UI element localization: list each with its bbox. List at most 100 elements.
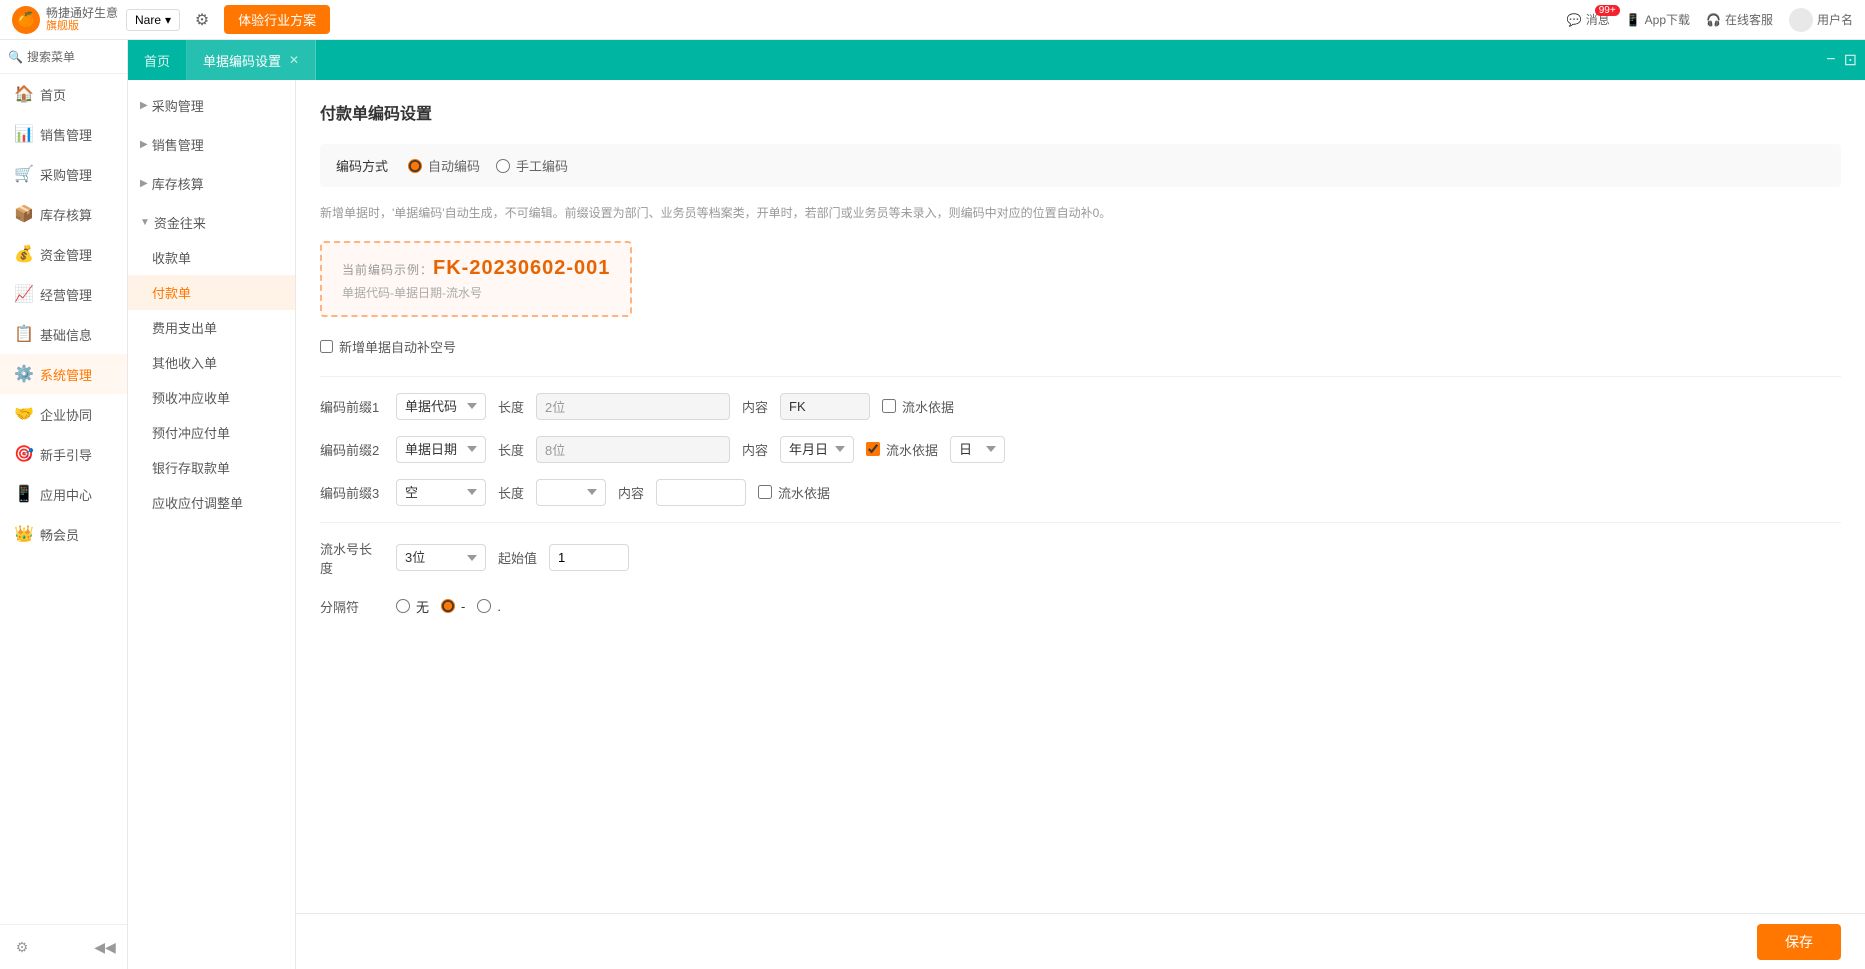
- top-bar: 🍊 畅捷通好生意 旗舰版 Nare ▾ ⚙ 体验行业方案 💬 消息 99+ 📱 …: [0, 0, 1865, 40]
- sub-menu-header-sales[interactable]: ▶ 销售管理: [128, 127, 295, 162]
- content-input-1[interactable]: [780, 393, 870, 420]
- auto-code-option[interactable]: 自动编码: [408, 156, 480, 175]
- encoding-method-row: 编码方式 自动编码 手工编码: [320, 144, 1841, 187]
- sidebar-item-inventory[interactable]: 📦 库存核算: [0, 194, 127, 234]
- page-content: ▶ 采购管理 ▶ 销售管理 ▶ 库存核算: [128, 80, 1865, 969]
- sub-menu-item-receipt[interactable]: 收款单: [128, 240, 295, 275]
- sidebar-item-system[interactable]: ⚙️ 系统管理: [0, 354, 127, 394]
- sidebar-item-home[interactable]: 🏠 首页: [0, 74, 127, 114]
- tab-home[interactable]: 首页: [128, 40, 187, 80]
- sub-menu-item-prepaid-payable[interactable]: 预付冲应付单: [128, 415, 295, 450]
- settings-icon[interactable]: ⚙: [188, 6, 216, 34]
- brand-name: 畅捷通好生意: [46, 6, 118, 20]
- separator-label: 分隔符: [320, 597, 384, 616]
- user-info[interactable]: 用户名: [1789, 8, 1853, 32]
- start-value-label: 起始值: [498, 548, 537, 567]
- tab-encoding-settings[interactable]: 单据编码设置 ✕: [187, 40, 316, 80]
- sidebar-item-purchase[interactable]: 🛒 采购管理: [0, 154, 127, 194]
- sub-menu-header-purchase[interactable]: ▶ 采购管理: [128, 88, 295, 123]
- separator-none-label: 无: [416, 597, 429, 616]
- prefix-select-2[interactable]: 单据日期 单据代码 空: [396, 436, 486, 463]
- serial-checkbox-2[interactable]: [866, 442, 880, 456]
- sub-menu-group-purchase: ▶ 采购管理: [128, 88, 295, 123]
- sub-menu-item-adjustment[interactable]: 应收应付调整单: [128, 485, 295, 520]
- sidebar-item-member[interactable]: 👑 畅会员: [0, 514, 127, 554]
- sub-menu-item-other-income[interactable]: 其他收入单: [128, 345, 295, 380]
- sidebar-item-enterprise[interactable]: 🤝 企业协同: [0, 394, 127, 434]
- sidebar-item-app-center[interactable]: 📱 应用中心: [0, 474, 127, 514]
- serial-checkbox-1[interactable]: [882, 399, 896, 413]
- sub-menu-header-capital[interactable]: ▼ 资金往来: [128, 205, 295, 240]
- sidebar-item-basic[interactable]: 📋 基础信息: [0, 314, 127, 354]
- sub-menu-item-payment[interactable]: 付款单: [128, 275, 295, 310]
- separator-none-radio[interactable]: [396, 599, 410, 613]
- tab-bar: 首页 单据编码设置 ✕ − ⊡: [128, 40, 1865, 80]
- sub-menu-label-inventory: 库存核算: [152, 174, 204, 193]
- separator-none-option[interactable]: 无: [396, 597, 429, 616]
- save-button[interactable]: 保存: [1757, 924, 1841, 960]
- sub-menu-label-purchase: 采购管理: [152, 96, 204, 115]
- sidebar-item-finance[interactable]: 💰 资金管理: [0, 234, 127, 274]
- content-label-2: 内容: [742, 440, 768, 459]
- serial-checkbox-group-3: 流水依据: [758, 483, 830, 502]
- sidebar-item-operation[interactable]: 📈 经营管理: [0, 274, 127, 314]
- sidebar-item-sales[interactable]: 📊 销售管理: [0, 114, 127, 154]
- serial-label-2: 流水依据: [886, 440, 938, 459]
- sub-menu-item-expense[interactable]: 费用支出单: [128, 310, 295, 345]
- separator-dash-radio[interactable]: [441, 599, 455, 613]
- separator-dot-radio[interactable]: [477, 599, 491, 613]
- prefix-select-1[interactable]: 单据代码 单据日期 空: [396, 393, 486, 420]
- tab-close-icon[interactable]: ✕: [289, 53, 299, 67]
- content-input-3[interactable]: [656, 479, 746, 506]
- home-icon: 🏠: [14, 84, 32, 104]
- sidebar-item-guide[interactable]: 🎯 新手引导: [0, 434, 127, 474]
- sub-menu-group-inventory: ▶ 库存核算: [128, 166, 295, 201]
- tab-maximize-icon[interactable]: ⊡: [1844, 50, 1857, 70]
- brand-logo-icon: 🍊: [17, 11, 34, 28]
- serial-length-row: 流水号长度 3位 4位 5位 6位 起始值: [320, 539, 1841, 577]
- purchase-icon: 🛒: [14, 164, 32, 184]
- auto-code-radio[interactable]: [408, 159, 422, 173]
- sidebar-label-finance: 资金管理: [40, 245, 92, 264]
- search-label: 搜索菜单: [27, 48, 75, 65]
- serial-checkbox-group-2: 流水依据: [866, 440, 938, 459]
- code-desc: 单据代码-单据日期-流水号: [342, 284, 610, 301]
- sub-menu-item-bank[interactable]: 银行存取款单: [128, 450, 295, 485]
- collapse-icon[interactable]: ◀◀: [91, 933, 119, 961]
- sub-menu-header-inventory[interactable]: ▶ 库存核算: [128, 166, 295, 201]
- service-icon: 🎧: [1706, 13, 1721, 27]
- auto-code-label: 自动编码: [428, 156, 480, 175]
- start-value-input[interactable]: [549, 544, 629, 571]
- sub-menu-item-prepaid-receivable[interactable]: 预收冲应收单: [128, 380, 295, 415]
- content-area: 首页 单据编码设置 ✕ − ⊡ ▶ 采购管理: [128, 40, 1865, 969]
- separator-dot-label: .: [497, 599, 501, 614]
- sidebar-label-member: 畅会员: [40, 525, 79, 544]
- length-label-2: 长度: [498, 440, 524, 459]
- manual-code-radio[interactable]: [496, 159, 510, 173]
- serial-label-3: 流水依据: [778, 483, 830, 502]
- prefix-select-3[interactable]: 空 单据代码 单据日期: [396, 479, 486, 506]
- sidebar-search[interactable]: 🔍 搜索菜单: [0, 40, 127, 74]
- account-dropdown[interactable]: Nare ▾: [126, 9, 180, 31]
- top-bar-controls: Nare ▾ ⚙ 体验行业方案: [126, 5, 330, 34]
- auto-fill-checkbox[interactable]: [320, 340, 333, 353]
- day-select-2[interactable]: 日 月 年: [950, 436, 1005, 463]
- content-select-2[interactable]: 年月日 年月 年: [780, 436, 854, 463]
- length-input-2: [536, 436, 730, 463]
- online-service-item[interactable]: 🎧 在线客服: [1706, 11, 1773, 28]
- avatar: [1789, 8, 1813, 32]
- app-download-item[interactable]: 📱 App下载: [1626, 11, 1690, 28]
- separator-dash-option[interactable]: -: [441, 599, 465, 614]
- serial-checkbox-3[interactable]: [758, 485, 772, 499]
- manual-code-option[interactable]: 手工编码: [496, 156, 568, 175]
- settings-bottom-icon[interactable]: ⚙: [8, 933, 36, 961]
- message-item[interactable]: 💬 消息 99+: [1567, 11, 1610, 28]
- sidebar-label-operation: 经营管理: [40, 285, 92, 304]
- length-select-3[interactable]: [536, 479, 606, 506]
- industry-button[interactable]: 体验行业方案: [224, 5, 330, 34]
- sidebar-label-basic: 基础信息: [40, 325, 92, 344]
- serial-length-select[interactable]: 3位 4位 5位 6位: [396, 544, 486, 571]
- separator-dot-option[interactable]: .: [477, 599, 501, 614]
- tab-encoding-label: 单据编码设置: [203, 51, 281, 70]
- tab-minimize-icon[interactable]: −: [1826, 51, 1835, 69]
